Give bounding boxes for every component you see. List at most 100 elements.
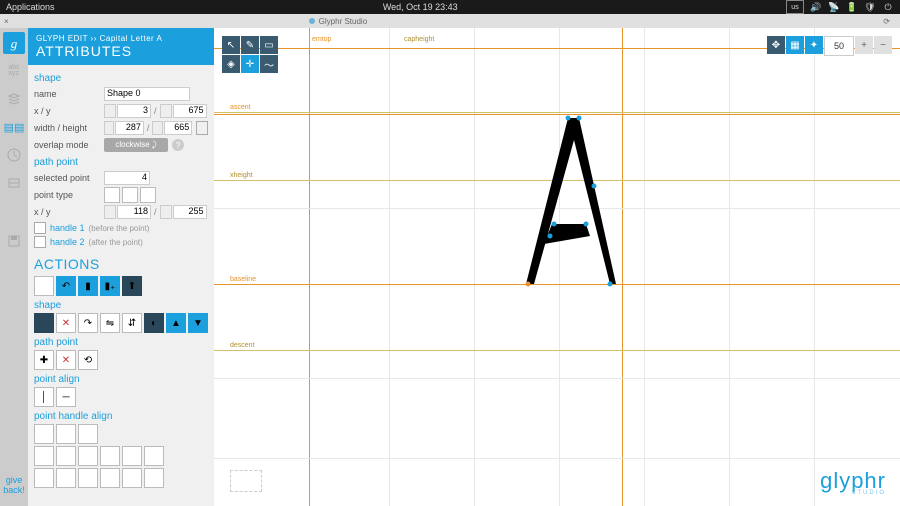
rail-save-icon[interactable] — [3, 230, 25, 252]
py-input[interactable]: 255 — [173, 205, 207, 219]
path-handle[interactable] — [608, 282, 613, 287]
action-paste-icon[interactable] — [34, 276, 54, 296]
action-undo-icon[interactable]: ↶ — [56, 276, 76, 296]
pp-reset-icon[interactable]: ⟲ — [78, 350, 98, 370]
h1-checkbox[interactable] — [34, 222, 46, 234]
align-v-icon[interactable]: │ — [34, 387, 54, 407]
x-input[interactable]: 3 — [117, 104, 151, 118]
browser-tab[interactable]: Glyphr Studio — [309, 17, 367, 26]
zoom-input[interactable]: 50 — [824, 36, 854, 56]
keyboard-layout-icon[interactable]: us — [786, 0, 804, 14]
shape-layer-up-icon[interactable]: ▲ — [166, 313, 186, 333]
align-h-icon[interactable]: ─ — [56, 387, 76, 407]
rail-layers-icon[interactable] — [3, 88, 25, 110]
overlap-button[interactable]: clockwise ⤸ — [104, 138, 168, 152]
pha-2-icon[interactable] — [56, 424, 76, 444]
pha-13-icon[interactable] — [100, 468, 120, 488]
shape-layer-down-icon[interactable]: ▼ — [188, 313, 208, 333]
breadcrumb[interactable]: GLYPH EDIT ›› Capital Letter A — [36, 34, 206, 43]
path-handle[interactable] — [548, 234, 553, 239]
pha-6-icon[interactable] — [78, 446, 98, 466]
power-icon[interactable]: ⏻ — [882, 1, 894, 13]
tool-rect-icon[interactable]: ▭ — [260, 36, 278, 54]
panel-header: GLYPH EDIT ›› Capital Letter A ATTRIBUTE… — [28, 28, 214, 65]
pha-4-icon[interactable] — [34, 446, 54, 466]
canvas-tools-left: ↖ ✎ ▭ ◈ ✛ 〜 — [222, 36, 282, 73]
tool-pen-icon[interactable]: ✎ — [241, 36, 259, 54]
path-handle[interactable] — [566, 116, 571, 121]
tool-pan-icon[interactable]: ✥ — [767, 36, 785, 54]
tool-node-icon[interactable]: ◈ — [222, 55, 240, 73]
tool-grid-icon[interactable]: ▦ — [786, 36, 804, 54]
pha-15-icon[interactable] — [144, 468, 164, 488]
ptype-symmetric-icon[interactable] — [140, 187, 156, 203]
action-export-icon[interactable]: ⬆ — [122, 276, 142, 296]
y-input[interactable]: 675 — [173, 104, 207, 118]
pha-3-icon[interactable] — [78, 424, 98, 444]
rail-abc-icon[interactable]: abcxyz — [3, 60, 25, 82]
pha-14-icon[interactable] — [122, 468, 142, 488]
px-input[interactable]: 118 — [117, 205, 151, 219]
battery-icon[interactable]: 🔋 — [846, 1, 858, 13]
pha-1-icon[interactable] — [34, 424, 54, 444]
path-handle[interactable] — [584, 222, 589, 227]
pp-add-icon[interactable]: ✚ — [34, 350, 54, 370]
h-input[interactable]: 665 — [164, 121, 193, 135]
rail-checklist-icon[interactable]: ▤▤ — [3, 116, 25, 138]
selpoint-input[interactable]: 4 — [104, 171, 150, 185]
path-handle[interactable] — [577, 116, 582, 121]
action-add-shape-icon[interactable]: ▮ — [78, 276, 98, 296]
zoom-out-icon[interactable]: − — [874, 36, 892, 54]
security-icon[interactable]: 🛡 — [864, 1, 876, 13]
lock-x-icon[interactable] — [104, 104, 116, 118]
shape-delete-icon[interactable]: ✕ — [56, 313, 76, 333]
lock-py-icon[interactable] — [160, 205, 172, 219]
ptype-corner-icon[interactable] — [104, 187, 120, 203]
tool-point-icon[interactable]: ✛ — [241, 55, 259, 73]
glyph-canvas[interactable]: emtop capheight ascent xheight baseline … — [214, 28, 900, 506]
pha-7-icon[interactable] — [100, 446, 120, 466]
shape-copy-icon[interactable] — [34, 313, 54, 333]
path-handle-selected[interactable] — [526, 282, 531, 287]
give-back-link[interactable]: give back! — [3, 476, 25, 496]
rail-guides-icon[interactable] — [3, 172, 25, 194]
rail-glyph-icon[interactable]: g — [3, 32, 25, 54]
link-wh-toggle[interactable] — [196, 121, 208, 135]
volume-icon[interactable]: 🔊 — [810, 1, 822, 13]
name-input[interactable]: Shape 0 — [104, 87, 190, 101]
shape-reverse-icon[interactable]: ↷ — [78, 313, 98, 333]
w-input[interactable]: 287 — [115, 121, 144, 135]
network-icon[interactable]: 📡 — [828, 1, 840, 13]
apps-menu[interactable]: Applications — [6, 2, 55, 12]
shape-flipv-icon[interactable]: ⇵ — [122, 313, 142, 333]
pha-10-icon[interactable] — [34, 468, 54, 488]
canvas-tools-right: ✥ ▦ ✦ 50 + − — [767, 36, 892, 56]
tool-arrow-icon[interactable]: ↖ — [222, 36, 240, 54]
tool-snap-icon[interactable]: ✦ — [805, 36, 823, 54]
help-icon[interactable]: ? — [172, 139, 184, 151]
tool-path-icon[interactable]: 〜 — [260, 55, 278, 73]
shape-fliph-icon[interactable]: ⇋ — [100, 313, 120, 333]
ptype-flat-icon[interactable] — [122, 187, 138, 203]
pha-11-icon[interactable] — [56, 468, 76, 488]
lock-y-icon[interactable] — [160, 104, 172, 118]
lock-w-icon[interactable] — [104, 121, 114, 135]
pha-12-icon[interactable] — [78, 468, 98, 488]
lock-px-icon[interactable] — [104, 205, 116, 219]
shape-rotate-icon[interactable]: ◐ — [144, 313, 164, 333]
close-tab-icon[interactable]: × — [4, 17, 9, 26]
refresh-icon[interactable]: ⟳ — [883, 17, 890, 26]
zoom-in-icon[interactable]: + — [855, 36, 873, 54]
pha-5-icon[interactable] — [56, 446, 76, 466]
action-add-component-icon[interactable]: ▮₊ — [100, 276, 120, 296]
glyph-path[interactable] — [522, 116, 616, 288]
label-capheight: capheight — [404, 36, 434, 43]
pha-8-icon[interactable] — [122, 446, 142, 466]
path-handle[interactable] — [552, 222, 557, 227]
pha-9-icon[interactable] — [144, 446, 164, 466]
rail-clock-icon[interactable] — [3, 144, 25, 166]
pp-delete-icon[interactable]: ✕ — [56, 350, 76, 370]
h2-checkbox[interactable] — [34, 236, 46, 248]
lock-h-icon[interactable] — [152, 121, 162, 135]
path-handle[interactable] — [592, 184, 597, 189]
